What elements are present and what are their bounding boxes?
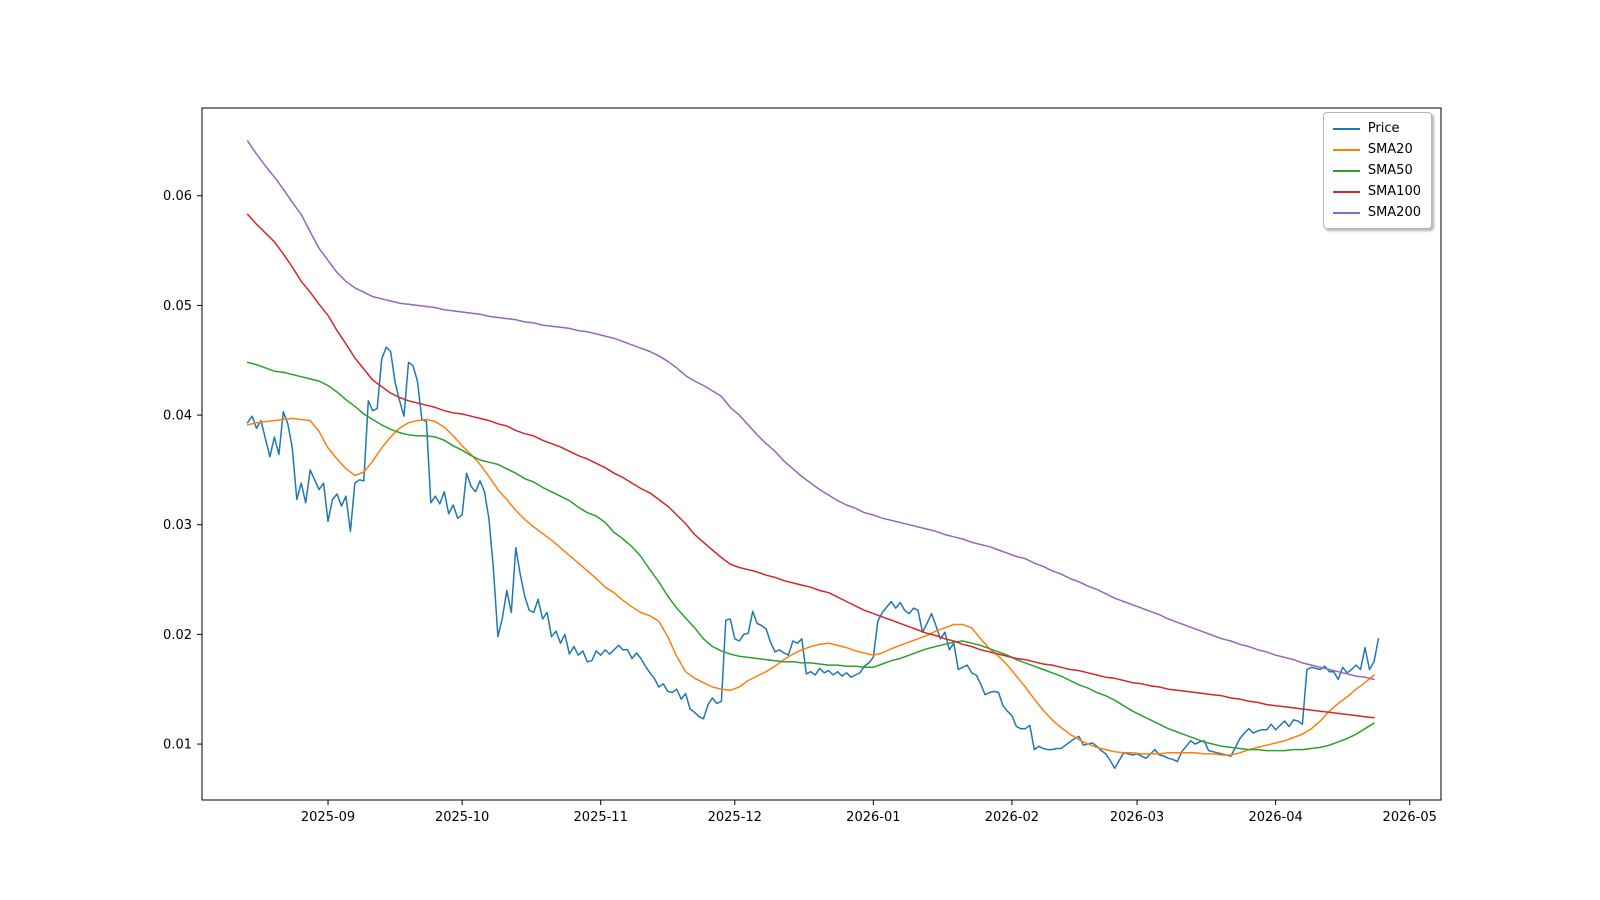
legend-label: SMA20 [1367,142,1413,157]
x-tick-label: 2026-02 [985,810,1039,825]
legend-swatch-sma200 [1332,211,1360,214]
x-tick-label: 2025-10 [435,810,489,825]
y-tick-label: 0.02 [163,628,192,643]
legend-entry-sma100: SMA100 [1332,183,1421,200]
legend-swatch-sma100 [1332,190,1360,193]
legend-label: SMA200 [1367,205,1421,220]
x-tick-label: 2025-09 [301,810,355,825]
x-tick-label: 2025-11 [574,810,628,825]
y-tick-label: 0.06 [163,189,192,204]
legend-entry-sma200: SMA200 [1332,204,1421,221]
legend-label: SMA100 [1367,184,1421,199]
legend-swatch-sma50 [1332,169,1360,172]
legend-label: SMA50 [1367,163,1413,178]
legend-swatch-sma20 [1332,148,1360,151]
x-tick-label: 2026-01 [846,810,900,825]
plot-area [202,108,1441,800]
legend-label: Price [1367,121,1400,136]
y-tick-label: 0.01 [163,738,192,753]
legend-swatch-price [1332,127,1360,130]
y-tick-label: 0.03 [163,518,192,533]
legend-entry-sma20: SMA20 [1332,141,1421,158]
x-tick-label: 2026-05 [1383,810,1437,825]
y-tick-label: 0.05 [163,299,192,314]
x-tick-label: 2026-03 [1110,810,1164,825]
figure-canvas: 2025-09 2025-10 2025-11 2025-12 2026-01 2026-… [0,0,1600,900]
legend: Price SMA20 SMA50 SMA100 SMA200 [1322,112,1432,229]
x-tick-label: 2025-12 [708,810,762,825]
x-tick-label: 2026-04 [1248,810,1302,825]
y-tick-label: 0.04 [163,409,192,424]
legend-entry-price: Price [1332,120,1421,137]
legend-entry-sma50: SMA50 [1332,162,1421,179]
